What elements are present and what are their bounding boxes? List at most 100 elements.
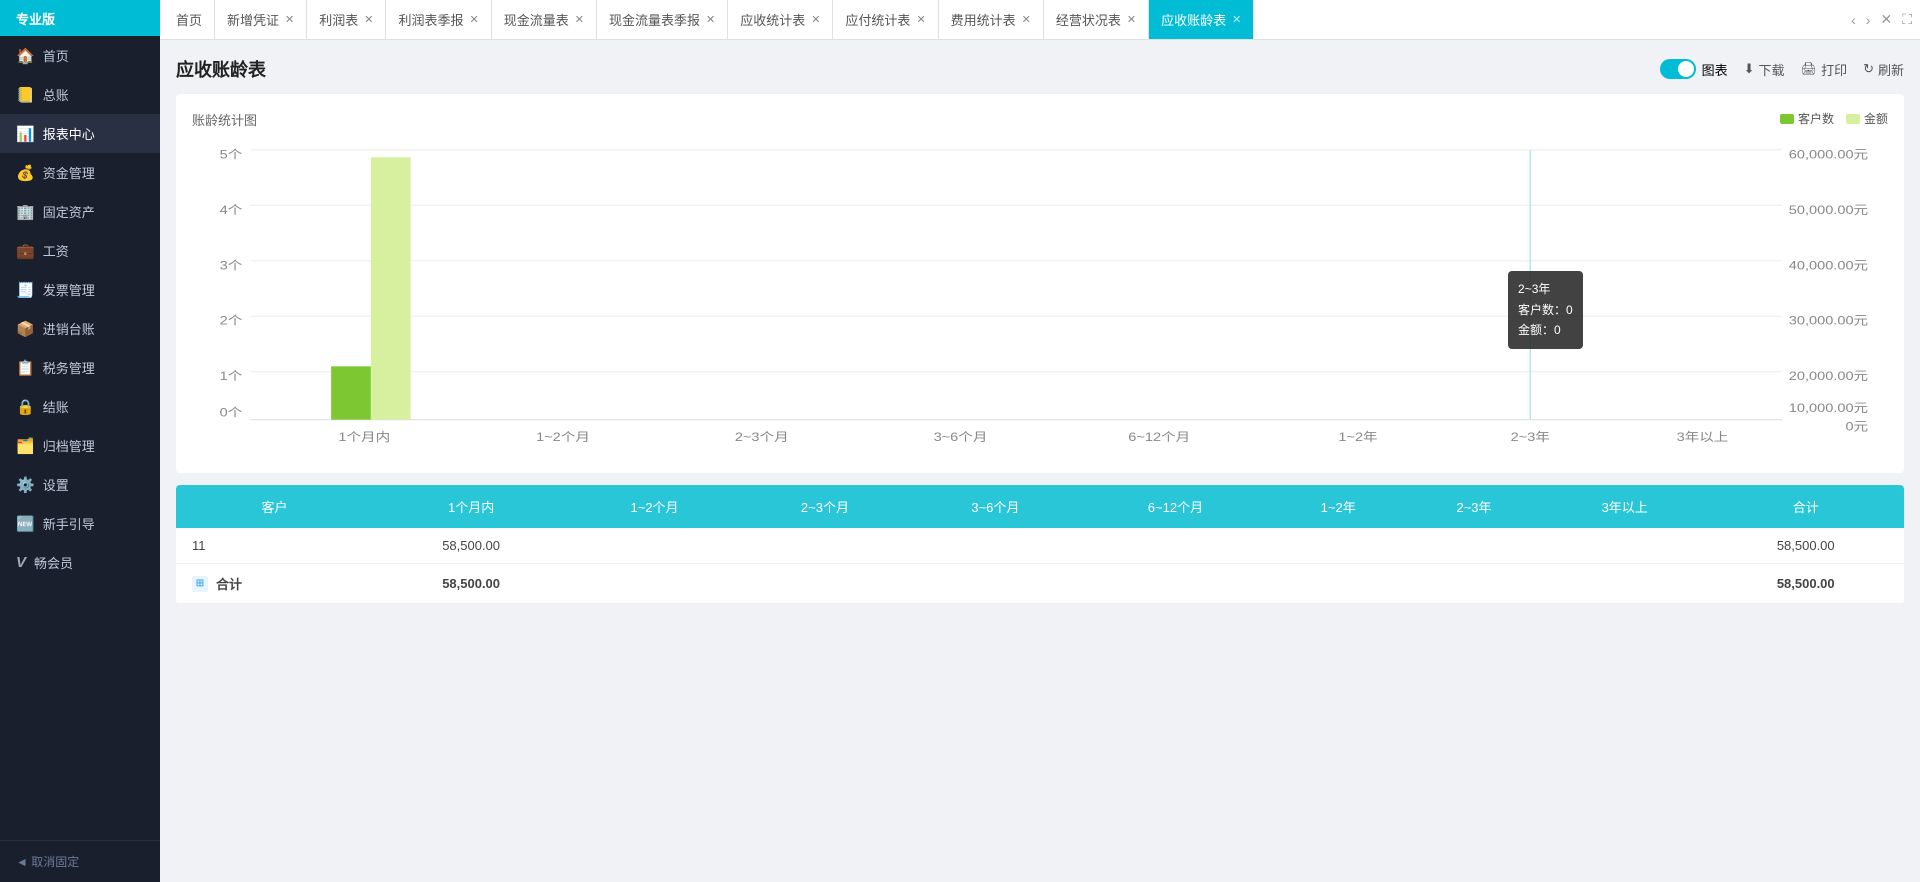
col-header-m23: 2~3个月 xyxy=(740,485,910,528)
svg-text:30,000.00元: 30,000.00元 xyxy=(1789,314,1868,327)
svg-text:2个: 2个 xyxy=(220,314,243,327)
sidebar: 专业版 🏠 首页 📒 总账 📊 报表中心 💰 资金管理 🏢 固定资产 💼 工资 … xyxy=(0,0,160,882)
tab-cashflow[interactable]: 现金流量表 ✕ xyxy=(492,0,597,39)
tab-ar-aging[interactable]: 应收账龄表 ✕ xyxy=(1149,0,1254,39)
chart-toggle-wrap: 图表 xyxy=(1660,59,1728,79)
report-icon: 📊 xyxy=(16,125,35,143)
tab-close-icon[interactable]: ✕ xyxy=(1022,13,1031,26)
svg-text:2~3年: 2~3年 xyxy=(1511,430,1550,443)
svg-text:1~2个月: 1~2个月 xyxy=(536,430,590,443)
sidebar-item-home[interactable]: 🏠 首页 xyxy=(0,36,160,75)
tab-close-icon[interactable]: ✕ xyxy=(470,13,479,26)
tab-label: 经营状况表 xyxy=(1056,10,1121,29)
download-button[interactable]: ⬇ 下载 xyxy=(1744,60,1785,79)
sidebar-item-settings[interactable]: ⚙️ 设置 xyxy=(0,465,160,504)
guide-icon: 🆕 xyxy=(16,515,35,533)
stock-icon: 📦 xyxy=(16,320,35,338)
main-area: 首页 新增凭证 ✕ 利润表 ✕ 利润表季报 ✕ 现金流量表 ✕ 现金流量表季报 … xyxy=(160,0,1920,882)
col-header-m612: 6~12个月 xyxy=(1081,485,1271,528)
salary-icon: 💼 xyxy=(16,242,35,260)
sum-icon: ⊞ xyxy=(192,576,208,592)
refresh-button[interactable]: ↻ 刷新 xyxy=(1863,60,1904,79)
cell-m1: 58,500.00 xyxy=(373,528,569,564)
tab-cashflow-q[interactable]: 现金流量表季报 ✕ xyxy=(597,0,728,39)
sidebar-item-label: 税务管理 xyxy=(43,358,95,377)
col-header-total: 合计 xyxy=(1707,485,1904,528)
tab-close-icon[interactable]: ✕ xyxy=(1232,13,1241,26)
sum-m1: 58,500.00 xyxy=(373,564,569,604)
sidebar-item-invoice[interactable]: 🧾 发票管理 xyxy=(0,270,160,309)
tab-profit-q[interactable]: 利润表季报 ✕ xyxy=(386,0,491,39)
sidebar-item-label: 畅会员 xyxy=(34,553,73,572)
fund-icon: 💰 xyxy=(16,164,35,182)
svg-text:40,000.00元: 40,000.00元 xyxy=(1789,259,1868,272)
legend-amount: 金额 xyxy=(1846,110,1888,127)
tab-label: 首页 xyxy=(176,10,202,29)
tab-nav-controls: ‹ › ✕ ⛶ xyxy=(1847,11,1916,28)
chart-toggle[interactable] xyxy=(1660,59,1696,79)
tab-ar-stat[interactable]: 应收统计表 ✕ xyxy=(728,0,833,39)
svg-text:10,000.00元: 10,000.00元 xyxy=(1789,402,1868,415)
sidebar-item-asset[interactable]: 🏢 固定资产 xyxy=(0,192,160,231)
sidebar-item-archive[interactable]: 🗂️ 归档管理 xyxy=(0,426,160,465)
sum-y23 xyxy=(1406,564,1542,604)
svg-text:3~6个月: 3~6个月 xyxy=(934,430,988,443)
cell-total: 58,500.00 xyxy=(1707,528,1904,564)
sidebar-item-label: 新手引导 xyxy=(43,514,95,533)
svg-text:3年以上: 3年以上 xyxy=(1677,430,1729,443)
sidebar-item-report[interactable]: 📊 报表中心 xyxy=(0,114,160,153)
legend-customer-color xyxy=(1780,114,1794,124)
sidebar-item-salary[interactable]: 💼 工资 xyxy=(0,231,160,270)
sidebar-item-label: 资金管理 xyxy=(43,163,95,182)
sidebar-item-label: 结账 xyxy=(43,397,69,416)
sidebar-item-stock[interactable]: 📦 进销台账 xyxy=(0,309,160,348)
sidebar-item-label: 进销台账 xyxy=(43,319,95,338)
cell-m36 xyxy=(910,528,1080,564)
chart-area: 5个 4个 3个 2个 1个 0个 60,000.00元 50,000.00元 … xyxy=(192,137,1888,457)
tab-close-icon[interactable]: ✕ xyxy=(1127,13,1136,26)
sidebar-item-vip[interactable]: V 畅会员 xyxy=(0,543,160,582)
svg-text:4个: 4个 xyxy=(220,203,243,216)
sidebar-item-ledger[interactable]: 📒 总账 xyxy=(0,75,160,114)
cell-customer: 11 xyxy=(176,528,373,564)
sidebar-item-tax[interactable]: 📋 税务管理 xyxy=(0,348,160,387)
chart-legend: 客户数 金额 xyxy=(1780,110,1888,127)
tab-close-icon[interactable]: ✕ xyxy=(364,13,373,26)
tab-prev-button[interactable]: ‹ xyxy=(1847,12,1860,28)
sidebar-item-guide[interactable]: 🆕 新手引导 xyxy=(0,504,160,543)
tab-label: 应收账龄表 xyxy=(1161,10,1226,29)
sidebar-item-label: 工资 xyxy=(43,241,69,260)
tax-icon: 📋 xyxy=(16,359,35,377)
col-header-m36: 3~6个月 xyxy=(910,485,1080,528)
home-icon: 🏠 xyxy=(16,47,35,65)
sum-m36 xyxy=(910,564,1080,604)
close-account-icon: 🔒 xyxy=(16,398,35,416)
sidebar-item-label: 总账 xyxy=(43,85,69,104)
tab-voucher[interactable]: 新增凭证 ✕ xyxy=(215,0,307,39)
tab-next-button[interactable]: › xyxy=(1862,12,1875,28)
tab-expense[interactable]: 费用统计表 ✕ xyxy=(939,0,1044,39)
sum-y3p xyxy=(1542,564,1708,604)
tab-close-all-button[interactable]: ✕ xyxy=(1876,11,1896,28)
download-label: 下载 xyxy=(1759,60,1785,79)
tab-label: 现金流量表季报 xyxy=(609,10,700,29)
tab-home[interactable]: 首页 xyxy=(164,0,215,39)
tab-operations[interactable]: 经营状况表 ✕ xyxy=(1044,0,1149,39)
sidebar-collapse-btn[interactable]: ◄ 取消固定 xyxy=(0,840,160,882)
settings-icon: ⚙️ xyxy=(16,476,35,494)
tab-ap-stat[interactable]: 应付统计表 ✕ xyxy=(833,0,938,39)
tab-close-icon[interactable]: ✕ xyxy=(706,13,715,26)
sidebar-item-fund[interactable]: 💰 资金管理 xyxy=(0,153,160,192)
sum-m612 xyxy=(1081,564,1271,604)
col-header-customer: 客户 xyxy=(176,485,373,528)
legend-amount-color xyxy=(1846,114,1860,124)
sidebar-item-close[interactable]: 🔒 结账 xyxy=(0,387,160,426)
tab-profit[interactable]: 利润表 ✕ xyxy=(307,0,386,39)
tab-close-icon[interactable]: ✕ xyxy=(916,13,925,26)
tab-close-icon[interactable]: ✕ xyxy=(285,13,294,26)
tab-expand-button[interactable]: ⛶ xyxy=(1898,11,1916,28)
tab-close-icon[interactable]: ✕ xyxy=(811,13,820,26)
tab-label: 利润表季报 xyxy=(398,10,463,29)
print-button[interactable]: 🖨 打印 xyxy=(1801,60,1848,79)
tab-close-icon[interactable]: ✕ xyxy=(575,13,584,26)
